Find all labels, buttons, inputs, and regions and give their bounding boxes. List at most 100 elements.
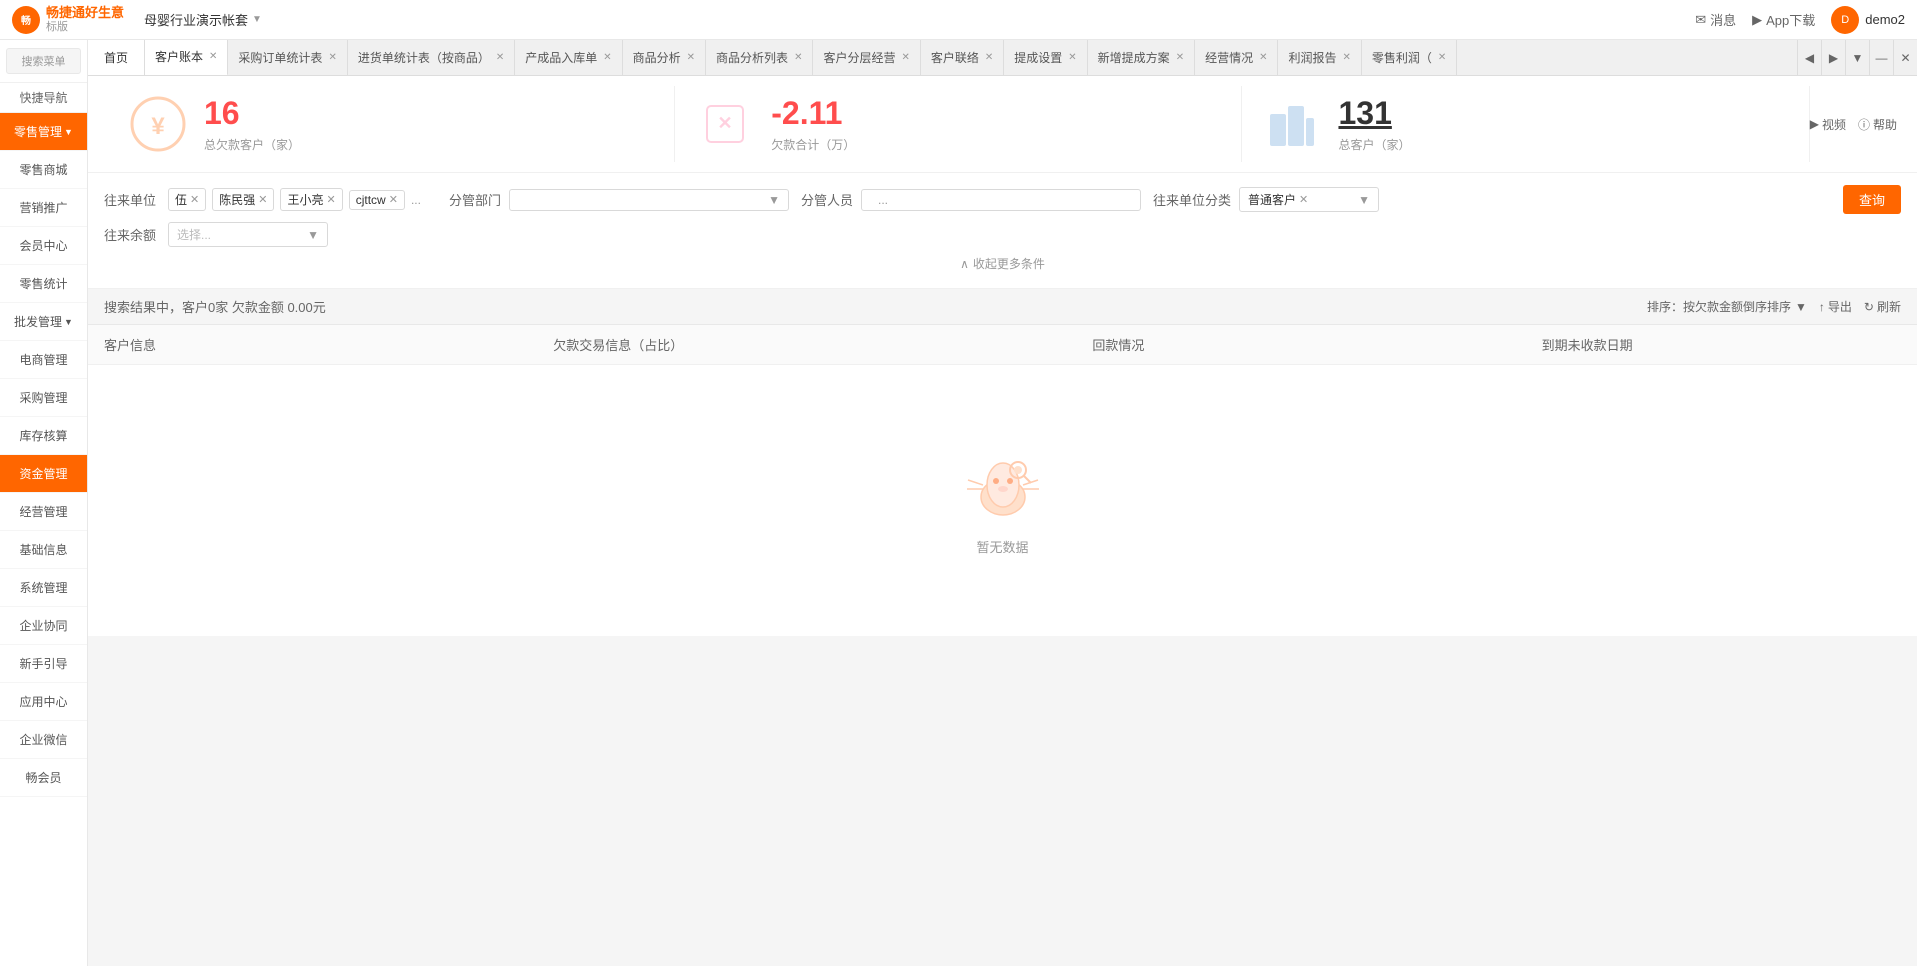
tab-profit-report[interactable]: 利润报告 ✕ xyxy=(1278,40,1361,76)
tab-close-icon-8[interactable]: ✕ xyxy=(985,52,993,63)
tab-close-icon-3[interactable]: ✕ xyxy=(496,52,504,63)
tab-inbound-stats[interactable]: 进货单统计表（按商品） ✕ xyxy=(348,40,515,76)
tab-close-icon-11[interactable]: ✕ xyxy=(1259,52,1267,63)
account-dropdown[interactable]: 母婴行业演示帐套 ▼ xyxy=(144,10,262,29)
customer-stat-icon: ¥ xyxy=(128,94,188,154)
sidebar-item-basic-info[interactable]: 基础信息 xyxy=(0,531,87,569)
tab-remind-settings[interactable]: 提成设置 ✕ xyxy=(1004,40,1087,76)
message-btn[interactable]: ✉ 消息 xyxy=(1695,10,1736,29)
video-icon: ▶ xyxy=(1810,117,1819,131)
sidebar-item-retail-mgmt[interactable]: 零售管理 ▼ xyxy=(0,113,87,151)
tab-close-icon-9[interactable]: ✕ xyxy=(1068,52,1076,63)
tab-retail-profit[interactable]: 零售利润（ ✕ xyxy=(1362,40,1457,76)
dept-label: 分管部门 xyxy=(449,190,501,209)
tab-home[interactable]: 首页 xyxy=(88,40,145,76)
tab-close-icon-2[interactable]: ✕ xyxy=(328,52,336,63)
help-icon: ⓘ xyxy=(1858,116,1870,133)
tab-close-icon-13[interactable]: ✕ xyxy=(1438,52,1446,63)
sidebar-item-app-center[interactable]: 应用中心 xyxy=(0,683,87,721)
tab-close-icon-10[interactable]: ✕ xyxy=(1176,52,1184,63)
tab-product-analysis[interactable]: 商品分析 ✕ xyxy=(623,40,706,76)
tab-next-btn[interactable]: ▶ xyxy=(1821,40,1845,76)
category-tag-close[interactable]: ✕ xyxy=(1299,193,1308,206)
filter-more-tags[interactable]: ... xyxy=(411,193,421,207)
sidebar-item-member-center[interactable]: 会员中心 xyxy=(0,227,87,265)
quick-nav-btn[interactable]: 快捷导航 xyxy=(0,83,87,113)
balance-select[interactable]: 选择... ▼ xyxy=(168,222,328,247)
category-label: 往来单位分类 xyxy=(1153,190,1231,209)
tab-nav-buttons: ◀ ▶ ▼ — ✕ xyxy=(1797,40,1917,76)
results-info: 搜索结果中，客户0家 欠款金额 0.00元 xyxy=(104,297,326,316)
sort-label: 排序：按欠款金额倒序排序 xyxy=(1647,298,1791,315)
sidebar-item-ops-mgmt[interactable]: 经营管理 xyxy=(0,493,87,531)
dept-select[interactable]: ▼ xyxy=(509,189,789,211)
stat-label-total: 总客户（家） xyxy=(1338,136,1410,153)
search-menu-btn[interactable]: 搜索菜单 xyxy=(6,48,81,74)
results-bar: 搜索结果中，客户0家 欠款金额 0.00元 排序：按欠款金额倒序排序 ▼ ↑ 导… xyxy=(88,289,1917,325)
dept-select-arrow: ▼ xyxy=(768,193,780,207)
sidebar-item-enterprise-coop[interactable]: 企业协同 xyxy=(0,607,87,645)
sidebar-item-system-mgmt[interactable]: 系统管理 xyxy=(0,569,87,607)
video-btn[interactable]: ▶ 视频 xyxy=(1810,116,1846,133)
tab-prev-btn[interactable]: ◀ xyxy=(1797,40,1821,76)
sidebar-item-retail-stats[interactable]: 零售统计 xyxy=(0,265,87,303)
refresh-label: 刷新 xyxy=(1877,298,1901,315)
app-label: App下载 xyxy=(1766,10,1815,29)
search-btn[interactable]: 查询 xyxy=(1843,185,1901,214)
sidebar-item-finance[interactable]: 资金管理 xyxy=(0,455,87,493)
tab-operation-status[interactable]: 经营情况 ✕ xyxy=(1195,40,1278,76)
tab-close-all-btn[interactable]: ✕ xyxy=(1893,40,1917,76)
tab-close-icon-6[interactable]: ✕ xyxy=(794,52,802,63)
batch-expand-icon: ▼ xyxy=(64,317,73,327)
person-extra-icon[interactable]: ... xyxy=(878,193,888,207)
category-select[interactable]: 普通客户 ✕ ▼ xyxy=(1239,187,1379,212)
user-profile[interactable]: D demo2 xyxy=(1831,6,1905,34)
sidebar-item-inventory[interactable]: 库存核算 xyxy=(0,417,87,455)
help-btn[interactable]: ⓘ 帮助 xyxy=(1858,116,1897,133)
tag-cjttcw-close[interactable]: ✕ xyxy=(389,193,398,206)
main-content: ¥ 16 总欠款客户（家） ✕ -2.11 欠款合计（万） xyxy=(88,76,1917,966)
tab-product-analysis-list[interactable]: 商品分析列表 ✕ xyxy=(706,40,813,76)
filter-row-1: 往来单位 伍 ✕ 陈民强 ✕ 王小亮 ✕ cjttcw ✕ ... xyxy=(104,185,1901,214)
export-btn[interactable]: ↑ 导出 xyxy=(1819,298,1852,315)
stat-actions: ▶ 视频 ⓘ 帮助 xyxy=(1810,116,1897,133)
tab-new-achieve[interactable]: 新增提成方案 ✕ xyxy=(1088,40,1195,76)
col-header-date: 到期未收款日期 xyxy=(1542,335,1901,354)
dropdown-arrow-icon: ▼ xyxy=(252,14,262,25)
filter-tags-area: 伍 ✕ 陈民强 ✕ 王小亮 ✕ cjttcw ✕ ... xyxy=(168,188,421,211)
tab-close-icon-7[interactable]: ✕ xyxy=(901,52,909,63)
collapse-btn[interactable]: ∧ 收起更多条件 xyxy=(104,255,1901,272)
sidebar-item-new-guide[interactable]: 新手引导 xyxy=(0,645,87,683)
sidebar-item-retail-mall[interactable]: 零售商城 xyxy=(0,151,87,189)
refresh-btn[interactable]: ↻ 刷新 xyxy=(1864,298,1901,315)
sidebar-item-plus-member[interactable]: 畅会员 xyxy=(0,759,87,797)
tab-close-icon-12[interactable]: ✕ xyxy=(1343,52,1351,63)
tab-customer-tier[interactable]: 客户分层经营 ✕ xyxy=(813,40,920,76)
tag-wu-close[interactable]: ✕ xyxy=(190,193,199,206)
tab-purchase-order-stats[interactable]: 采购订单统计表 ✕ xyxy=(228,40,347,76)
sidebar-item-marketing[interactable]: 营销推广 xyxy=(0,189,87,227)
tag-chen-close[interactable]: ✕ xyxy=(258,193,267,206)
tag-chen-text: 陈民强 xyxy=(219,191,255,208)
sidebar-item-enterprise-wechat[interactable]: 企业微信 xyxy=(0,721,87,759)
tab-close-icon[interactable]: ✕ xyxy=(209,51,217,62)
sort-selector[interactable]: 排序：按欠款金额倒序排序 ▼ xyxy=(1647,298,1807,315)
tab-customer-contact[interactable]: 客户联络 ✕ xyxy=(921,40,1004,76)
tab-customer-accounts[interactable]: 客户账本 ✕ xyxy=(145,40,228,76)
tab-product-inbound[interactable]: 产成品入库单 ✕ xyxy=(515,40,622,76)
tab-minimize-btn[interactable]: — xyxy=(1869,40,1893,76)
tab-purchase-order-stats-label: 采购订单统计表 xyxy=(238,49,322,66)
debt-stat-icon: ✕ xyxy=(695,94,755,154)
tab-close-icon-4[interactable]: ✕ xyxy=(603,52,611,63)
tag-wang-close[interactable]: ✕ xyxy=(327,193,336,206)
app-download-btn[interactable]: ▶ App下载 xyxy=(1752,10,1815,29)
sidebar-item-ecommerce[interactable]: 电商管理 xyxy=(0,341,87,379)
balance-label: 往来余额 xyxy=(104,225,156,244)
tab-more-btn[interactable]: ▼ xyxy=(1845,40,1869,76)
sidebar-item-batch-mgmt[interactable]: 批发管理 ▼ xyxy=(0,303,87,341)
tab-close-icon-5[interactable]: ✕ xyxy=(687,52,695,63)
results-actions: 排序：按欠款金额倒序排序 ▼ ↑ 导出 ↻ 刷新 xyxy=(1647,298,1901,315)
person-select[interactable]: ... xyxy=(861,189,1141,211)
sidebar-item-purchase-mgmt[interactable]: 采购管理 xyxy=(0,379,87,417)
stat-info-total: 131 总客户（家） xyxy=(1338,95,1410,153)
